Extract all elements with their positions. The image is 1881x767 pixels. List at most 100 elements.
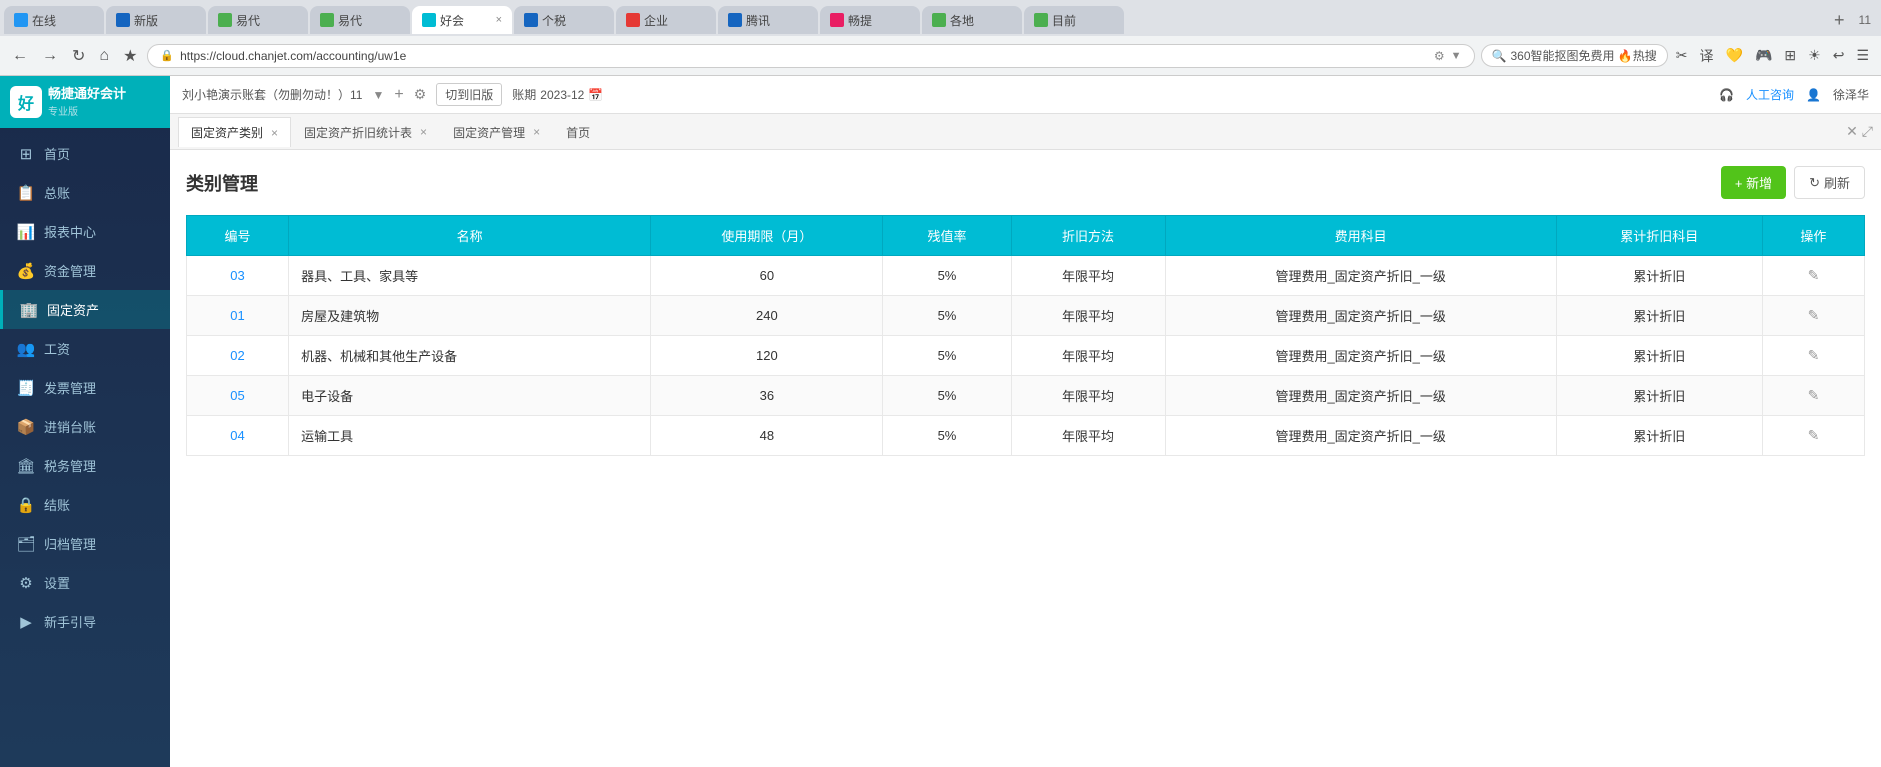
edit-icon[interactable]: ✎ xyxy=(1808,347,1820,363)
cell-accumulate: 累计折旧 xyxy=(1556,416,1762,456)
cell-op[interactable]: ✎ xyxy=(1762,416,1864,456)
calendar-icon[interactable]: 📅 xyxy=(588,88,603,102)
consult-label[interactable]: 人工咨询 xyxy=(1746,86,1794,103)
content-area: 类别管理 + 新增 ↻ 刷新 编号名称使用期限（月）残值率折旧方法费用科目累计折… xyxy=(170,150,1881,767)
period-label: 账期 xyxy=(512,86,536,103)
tab-window-controls: ✕ ⤢ xyxy=(1846,123,1873,140)
grid-icon[interactable]: ⊞ xyxy=(1780,43,1800,68)
sidebar-item-funds[interactable]: 💰 资金管理 xyxy=(0,251,170,290)
table-body: 03 器具、工具、家具等 60 5% 年限平均 管理费用_固定资产折旧_一级 累… xyxy=(187,256,1865,456)
cell-op[interactable]: ✎ xyxy=(1762,296,1864,336)
sidebar-label-ledger: 总账 xyxy=(44,183,70,202)
browser-tab-tab1[interactable]: 在线 xyxy=(4,6,104,34)
game-icon[interactable]: 🎮 xyxy=(1751,43,1776,68)
browser-tab-tab3[interactable]: 易代 xyxy=(208,6,308,34)
translate-icon[interactable]: 译 xyxy=(1696,42,1718,70)
reload-button[interactable]: ↻ xyxy=(68,42,89,70)
cell-code: 01 xyxy=(187,296,289,336)
browser-tab-tab5[interactable]: 好会 × xyxy=(412,6,512,34)
tab-close-icon[interactable]: × xyxy=(496,14,502,26)
sidebar-icon-tax: 🏛 xyxy=(16,457,36,475)
site-info-icon[interactable]: ⚙ xyxy=(1434,49,1445,63)
bookmark-button[interactable]: ★ xyxy=(119,42,141,70)
col-header-编号: 编号 xyxy=(187,216,289,256)
sidebar-item-stock[interactable]: 📦 进销台账 xyxy=(0,407,170,446)
sidebar-icon-funds: 💰 xyxy=(16,262,36,280)
tab-label: 各地 xyxy=(950,12,974,29)
cell-op[interactable]: ✎ xyxy=(1762,256,1864,296)
sun-icon[interactable]: ☀ xyxy=(1804,43,1825,68)
menu-icon[interactable]: ☰ xyxy=(1852,43,1873,68)
browser-tab-tab4[interactable]: 易代 xyxy=(310,6,410,34)
cell-period: 60 xyxy=(651,256,883,296)
cell-method: 年限平均 xyxy=(1011,336,1165,376)
sidebar-item-guide[interactable]: ▶ 新手引导 xyxy=(0,602,170,641)
tab-favicon xyxy=(116,13,130,27)
sidebar-item-checkout[interactable]: 🔒 结账 xyxy=(0,485,170,524)
sidebar-item-home[interactable]: ⊞ 首页 xyxy=(0,134,170,173)
edit-icon[interactable]: ✎ xyxy=(1808,387,1820,403)
cell-op[interactable]: ✎ xyxy=(1762,336,1864,376)
page-tab-home[interactable]: 首页 xyxy=(553,117,603,147)
back-button[interactable]: ← xyxy=(8,43,32,69)
chevron-down-icon[interactable]: ▼ xyxy=(1451,50,1462,62)
page-tab-depreciation[interactable]: 固定资产折旧统计表× xyxy=(291,117,440,147)
browser-tab-tab10[interactable]: 各地 xyxy=(922,6,1022,34)
period-value: 2023-12 xyxy=(540,88,584,102)
header-actions: + 新增 ↻ 刷新 xyxy=(1721,166,1865,199)
forward-button[interactable]: → xyxy=(38,43,62,69)
sidebar-item-invoice[interactable]: 🧾 发票管理 xyxy=(0,368,170,407)
sidebar-item-fixed-assets[interactable]: 🏢 固定资产 xyxy=(0,290,170,329)
close-window-icon[interactable]: ✕ xyxy=(1846,123,1858,140)
sidebar-item-archive[interactable]: 🗂 归档管理 xyxy=(0,524,170,563)
col-header-使用期限（月）: 使用期限（月） xyxy=(651,216,883,256)
add-period-btn[interactable]: + xyxy=(394,86,403,104)
browser-tab-tab9[interactable]: 畅提 xyxy=(820,6,920,34)
sidebar-item-ledger[interactable]: 📋 总账 xyxy=(0,173,170,212)
new-tab-button[interactable]: + xyxy=(1828,10,1851,31)
page-tab-close-depreciation[interactable]: × xyxy=(420,125,427,139)
browser-right-controls: 🔍 360智能抠图免费用 🔥热搜 ✂ 译 💛 🎮 ⊞ ☀ ↩ ☰ xyxy=(1481,42,1873,70)
cell-expense: 管理费用_固定资产折旧_一级 xyxy=(1165,296,1556,336)
sidebar-label-archive: 归档管理 xyxy=(44,534,96,553)
page-tab-close-category[interactable]: × xyxy=(271,126,278,140)
switch-old-btn[interactable]: 切到旧版 xyxy=(436,83,502,106)
sidebar-icon-checkout: 🔒 xyxy=(16,496,36,514)
browser-tab-tab8[interactable]: 腾讯 xyxy=(718,6,818,34)
edit-icon[interactable]: ✎ xyxy=(1808,267,1820,283)
sidebar-item-tax[interactable]: 🏛 税务管理 xyxy=(0,446,170,485)
edit-icon[interactable]: ✎ xyxy=(1808,307,1820,323)
maximize-window-icon[interactable]: ⤢ xyxy=(1862,123,1873,140)
sidebar-item-report[interactable]: 📊 报表中心 xyxy=(0,212,170,251)
tab-label: 目前 xyxy=(1052,12,1076,29)
tab-label: 易代 xyxy=(236,12,260,29)
cell-code: 05 xyxy=(187,376,289,416)
tab-favicon xyxy=(524,13,538,27)
refresh-button[interactable]: ↻ 刷新 xyxy=(1794,166,1865,199)
col-header-名称: 名称 xyxy=(289,216,651,256)
wallet-icon[interactable]: 💛 xyxy=(1722,43,1747,68)
sidebar-item-settings[interactable]: ⚙ 设置 xyxy=(0,563,170,602)
page-tab-fixed-mgmt[interactable]: 固定资产管理× xyxy=(440,117,553,147)
search-bar[interactable]: 🔍 360智能抠图免费用 🔥热搜 xyxy=(1481,44,1668,67)
page-tab-close-fixed-mgmt[interactable]: × xyxy=(533,125,540,139)
home-button[interactable]: ⌂ xyxy=(95,43,113,69)
add-button[interactable]: + 新增 xyxy=(1721,166,1786,199)
browser-tab-tab2[interactable]: 新版 xyxy=(106,6,206,34)
undo-icon[interactable]: ↩ xyxy=(1829,43,1849,68)
cell-op[interactable]: ✎ xyxy=(1762,376,1864,416)
edit-icon[interactable]: ✎ xyxy=(1808,427,1820,443)
sidebar-label-guide: 新手引导 xyxy=(44,612,96,631)
cell-method: 年限平均 xyxy=(1011,416,1165,456)
browser-tab-tab7[interactable]: 企业 xyxy=(616,6,716,34)
browser-tab-tab6[interactable]: 个税 xyxy=(514,6,614,34)
address-bar[interactable]: 🔒 https://cloud.chanjet.com/accounting/u… xyxy=(147,44,1474,68)
settings-btn[interactable]: ⚙ xyxy=(414,86,427,103)
cell-method: 年限平均 xyxy=(1011,376,1165,416)
sidebar-item-payroll[interactable]: 👥 工资 xyxy=(0,329,170,368)
expand-user-btn[interactable]: ▼ xyxy=(372,88,384,102)
cell-rate: 5% xyxy=(883,376,1011,416)
browser-tab-tab11[interactable]: 目前 xyxy=(1024,6,1124,34)
scissors-icon[interactable]: ✂ xyxy=(1672,43,1692,68)
page-tab-category[interactable]: 固定资产类别× xyxy=(178,117,291,147)
